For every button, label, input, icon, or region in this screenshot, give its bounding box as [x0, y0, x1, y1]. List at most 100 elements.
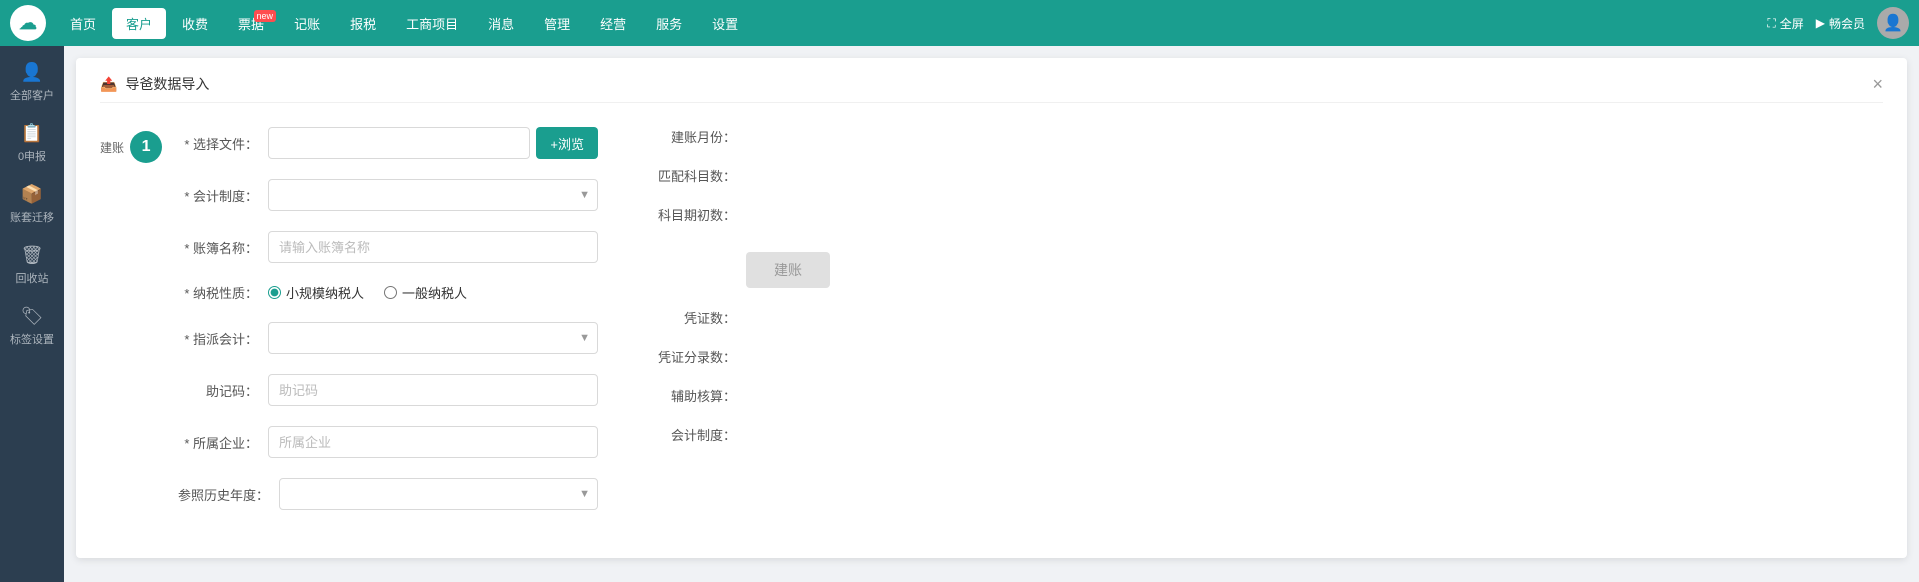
aux-accounting-label: 辅助核算：: [646, 386, 736, 405]
upload-icon: 📤: [100, 76, 117, 93]
account-name-label: * 账簿名称：: [178, 238, 258, 257]
memo-label: 助记码：: [178, 381, 258, 400]
step-label: 建账: [100, 131, 124, 156]
info-account-system-row: 会计制度：: [646, 425, 1883, 444]
accountant-label: * 指派会计：: [178, 329, 258, 348]
tax-small-radio[interactable]: [268, 286, 281, 299]
voucher-entries-label: 凭证分录数：: [646, 347, 736, 366]
accountant-row: * 指派会计： ▼: [178, 322, 598, 354]
avatar[interactable]: 👤: [1877, 7, 1909, 39]
tax-general-option[interactable]: 一般纳税人: [384, 283, 467, 302]
tag-settings-label: 标签设置: [10, 331, 54, 347]
account-migration-icon: 📦: [21, 184, 43, 205]
account-month-label: 建账月份：: [646, 127, 736, 146]
vip-icon: ▶: [1816, 16, 1825, 30]
recycle-label: 回收站: [16, 270, 49, 286]
declaration-label: 0申报: [18, 148, 46, 164]
file-input-group: +浏览: [268, 127, 598, 159]
create-account-btn-row: 建账: [646, 244, 1883, 288]
browse-button[interactable]: +浏览: [536, 127, 598, 159]
nav-item-首页[interactable]: 首页: [56, 8, 110, 39]
form-right: 建账月份： 匹配科目数： 科目期初数： 建账: [598, 127, 1883, 530]
sidebar-item-declaration[interactable]: 📋 0申报: [0, 115, 64, 172]
file-label: * 选择文件：: [178, 134, 258, 153]
avatar-icon: 👤: [1883, 13, 1903, 33]
declaration-icon: 📋: [21, 123, 43, 144]
sidebar: 👤 全部客户 📋 0申报 📦 账套迁移 🗑 回收站 🏷 标签设置: [0, 46, 64, 582]
voucher-entries-row: 凭证分录数：: [646, 347, 1883, 366]
all-clients-icon: 👤: [21, 62, 43, 83]
aux-accounting-row: 辅助核算：: [646, 386, 1883, 405]
voucher-count-row: 凭证数：: [646, 308, 1883, 327]
account-migration-label: 账套迁移: [10, 209, 54, 225]
memo-input[interactable]: [268, 374, 598, 406]
vip-button[interactable]: ▶ 畅会员: [1816, 15, 1865, 32]
logo-icon: ☁: [19, 13, 37, 34]
tag-settings-icon: 🏷: [21, 306, 44, 327]
file-row: * 选择文件： +浏览: [178, 127, 598, 159]
close-button[interactable]: ×: [1872, 74, 1883, 95]
step-circle: 1: [130, 131, 162, 163]
ref-year-wrapper: ▼: [279, 478, 598, 510]
form-area: 建账 1 * 选择文件： +浏览 * 会计制度：: [100, 127, 1883, 530]
nav-item-记账[interactable]: 记账: [280, 8, 334, 39]
account-name-input[interactable]: [268, 231, 598, 263]
account-system-row: * 会计制度： 小企业会计准则 企业会计准则 行政单位会计制度 ▼: [178, 179, 598, 211]
account-name-row: * 账簿名称：: [178, 231, 598, 263]
sidebar-item-tag-settings[interactable]: 🏷 标签设置: [0, 298, 64, 355]
sidebar-item-recycle[interactable]: 🗑 回收站: [0, 237, 64, 294]
nav-item-服务[interactable]: 服务: [642, 8, 696, 39]
account-system-label: * 会计制度：: [178, 186, 258, 205]
nav-item-客户[interactable]: 客户: [112, 8, 166, 39]
ref-year-select[interactable]: [279, 478, 598, 510]
nav-item-工商项目[interactable]: 工商项目: [392, 8, 472, 39]
top-nav: ☁ 首页客户收费票据new记账报税工商项目消息管理经营服务设置 ⛶ 全屏 ▶ 畅…: [0, 0, 1919, 46]
memo-row: 助记码：: [178, 374, 598, 406]
panel-header: 📤 导爸数据导入: [100, 74, 1883, 103]
company-label: * 所属企业：: [178, 433, 258, 452]
tax-type-radio-group: 小规模纳税人 一般纳税人: [268, 283, 598, 302]
sidebar-item-account-migration[interactable]: 📦 账套迁移: [0, 176, 64, 233]
account-system-wrapper: 小企业会计准则 企业会计准则 行政单位会计制度 ▼: [268, 179, 598, 211]
tax-general-label: 一般纳税人: [402, 283, 467, 302]
nav-item-收费[interactable]: 收费: [168, 8, 222, 39]
match-subjects-row: 匹配科目数：: [646, 166, 1883, 185]
nav-item-管理[interactable]: 管理: [530, 8, 584, 39]
tax-small-label: 小规模纳税人: [286, 283, 364, 302]
fullscreen-button[interactable]: ⛶ 全屏: [1767, 15, 1803, 32]
account-month-row: 建账月份：: [646, 127, 1883, 146]
nav-item-报税[interactable]: 报税: [336, 8, 390, 39]
nav-item-经营[interactable]: 经营: [586, 8, 640, 39]
recycle-icon: 🗑: [21, 245, 44, 266]
panel-title: 导爸数据导入: [125, 74, 209, 94]
subject-initial-label: 科目期初数：: [646, 205, 736, 224]
accountant-select[interactable]: [268, 322, 598, 354]
sidebar-item-all-clients[interactable]: 👤 全部客户: [0, 54, 64, 111]
nav-item-消息[interactable]: 消息: [474, 8, 528, 39]
nav-right: ⛶ 全屏 ▶ 畅会员 👤: [1767, 7, 1909, 39]
accountant-wrapper: ▼: [268, 322, 598, 354]
create-account-button[interactable]: 建账: [746, 252, 830, 288]
all-clients-label: 全部客户: [10, 87, 54, 103]
company-input[interactable]: [268, 426, 598, 458]
tax-small-option[interactable]: 小规模纳税人: [268, 283, 364, 302]
import-panel: 📤 导爸数据导入 × 建账 1 * 选择文件： +浏览: [76, 58, 1907, 558]
vip-label: 畅会员: [1829, 15, 1865, 32]
voucher-count-label: 凭证数：: [646, 308, 736, 327]
nav-badge-票据: new: [254, 10, 277, 22]
ref-year-label: 参照历史年度：: [178, 485, 269, 504]
layout: 👤 全部客户 📋 0申报 📦 账套迁移 🗑 回收站 🏷 标签设置 📤 导爸数据导入 × 建账 1: [0, 46, 1919, 582]
nav-item-设置[interactable]: 设置: [698, 8, 752, 39]
info-account-system-label: 会计制度：: [646, 425, 736, 444]
subject-initial-row: 科目期初数：: [646, 205, 1883, 224]
tax-general-radio[interactable]: [384, 286, 397, 299]
tax-type-row: * 纳税性质： 小规模纳税人 一般纳税人: [178, 283, 598, 302]
file-input[interactable]: [268, 127, 530, 159]
fullscreen-icon: ⛶: [1767, 16, 1775, 31]
match-subjects-label: 匹配科目数：: [646, 166, 736, 185]
account-system-select[interactable]: 小企业会计准则 企业会计准则 行政单位会计制度: [268, 179, 598, 211]
nav-items: 首页客户收费票据new记账报税工商项目消息管理经营服务设置: [56, 8, 1767, 39]
form-left: * 选择文件： +浏览 * 会计制度： 小企业会计准则: [178, 127, 598, 530]
nav-item-票据[interactable]: 票据new: [224, 8, 278, 39]
ref-year-row: 参照历史年度： ▼: [178, 478, 598, 510]
